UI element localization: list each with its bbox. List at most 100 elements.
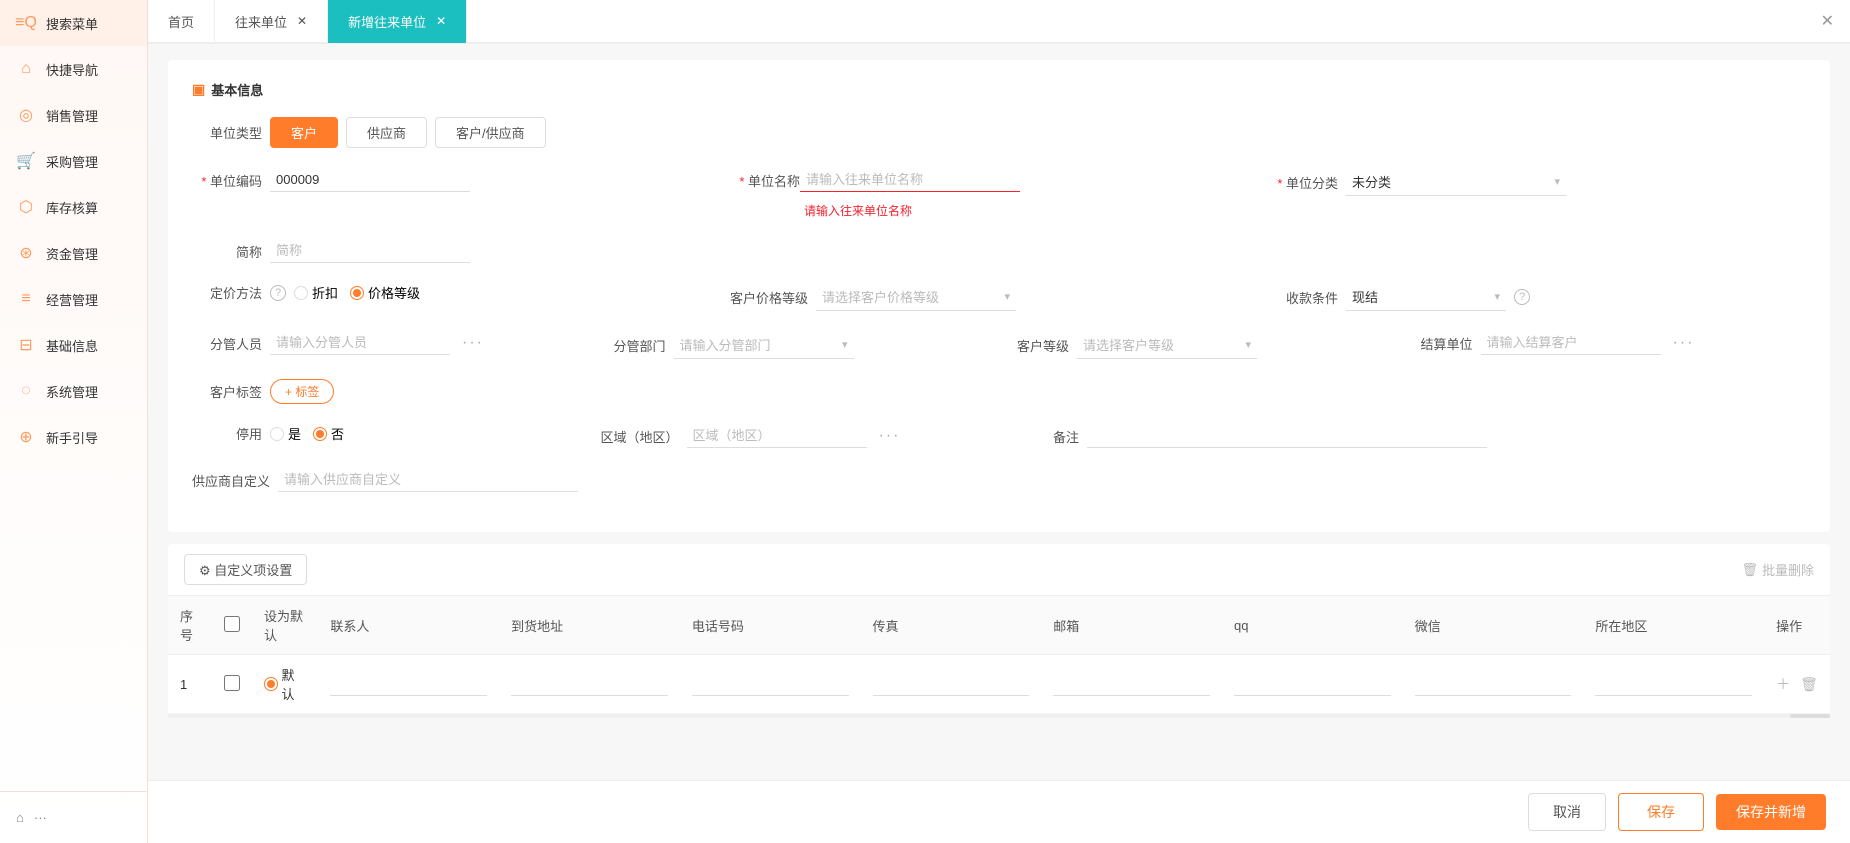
payment-help-icon[interactable]: ? bbox=[1514, 289, 1530, 305]
unit-category-select[interactable]: 未分类 ▾ bbox=[1346, 168, 1566, 196]
remarks-input[interactable] bbox=[1087, 424, 1487, 448]
unit-code-input[interactable] bbox=[270, 168, 470, 192]
batch-delete-btn[interactable]: 🗑 批量删除 bbox=[1741, 560, 1814, 579]
abbr-input[interactable] bbox=[270, 239, 470, 263]
region-input[interactable] bbox=[687, 424, 867, 448]
row-radio-inner bbox=[267, 680, 275, 688]
department-select[interactable]: 请输入分管部门 ▾ bbox=[674, 331, 854, 359]
row-phone-input[interactable] bbox=[692, 672, 849, 696]
unit-type-btn-supplier[interactable]: 供应商 bbox=[346, 117, 427, 148]
row-add-btn[interactable]: ＋ bbox=[1776, 674, 1790, 694]
pricing-radio-price-level[interactable]: 价格等级 bbox=[350, 283, 420, 302]
unit-type-field: 单位类型 客户 供应商 客户/供应商 bbox=[192, 117, 1786, 148]
tab-new-partner[interactable]: 新增往来单位 ✕ bbox=[328, 0, 467, 43]
sidebar-item-sales[interactable]: ◎ 销售管理 bbox=[0, 92, 147, 138]
add-tag-btn[interactable]: + 标签 bbox=[270, 379, 334, 404]
select-all-checkbox[interactable] bbox=[224, 616, 240, 632]
batch-delete-icon: 🗑 bbox=[1741, 562, 1758, 578]
row-delete-btn[interactable]: 🗑 bbox=[1800, 676, 1818, 693]
window-close-btn[interactable]: ✕ bbox=[1805, 11, 1850, 31]
row-contact[interactable] bbox=[318, 655, 499, 714]
row-wechat-input[interactable] bbox=[1415, 672, 1572, 696]
tab-new-partner-label: 新增往来单位 bbox=[348, 12, 426, 31]
row-email[interactable] bbox=[1041, 655, 1222, 714]
tab-new-partner-close[interactable]: ✕ bbox=[436, 14, 446, 28]
disabled-radio-no[interactable]: 否 bbox=[313, 424, 344, 443]
basic-info-card: ▣ 基本信息 单位类型 客户 供应商 客户/供应商 单位编码 bbox=[168, 60, 1830, 532]
sidebar-footer-dots: ··· bbox=[34, 810, 47, 825]
row-phone[interactable] bbox=[680, 655, 861, 714]
settlement-more-btn[interactable]: ··· bbox=[1669, 334, 1699, 352]
unit-type-btn-customer[interactable]: 客户 bbox=[270, 117, 338, 148]
pricing-row: 定价方法 ? 折扣 价格等级 bbox=[192, 283, 1806, 311]
operations-icon: ≡ bbox=[16, 289, 36, 309]
row-region[interactable] bbox=[1583, 655, 1764, 714]
col-qq: qq bbox=[1222, 596, 1403, 655]
table-toolbar: ⚙ 自定义项设置 🗑 批量删除 bbox=[168, 544, 1830, 595]
sidebar-item-operations[interactable]: ≡ 经营管理 bbox=[0, 276, 147, 322]
chevron-down-icon: ▾ bbox=[1004, 290, 1010, 303]
col-region: 所在地区 bbox=[1583, 596, 1764, 655]
col-email: 邮箱 bbox=[1041, 596, 1222, 655]
row-qq[interactable] bbox=[1222, 655, 1403, 714]
unit-code-label: 单位编码 bbox=[192, 171, 262, 190]
row-contact-input[interactable] bbox=[330, 672, 487, 696]
sidebar-search-label: 搜索菜单 bbox=[46, 14, 98, 33]
supplier-custom-label: 供应商自定义 bbox=[192, 471, 270, 490]
tab-partners-close[interactable]: ✕ bbox=[297, 14, 307, 28]
unit-type-label: 单位类型 bbox=[192, 123, 262, 142]
payment-terms-label: 收款条件 bbox=[1268, 288, 1338, 307]
sidebar-item-label: 库存核算 bbox=[46, 198, 98, 217]
manager-more-btn[interactable]: ··· bbox=[458, 334, 488, 352]
row-select-checkbox[interactable] bbox=[224, 675, 240, 691]
customer-level-placeholder: 请选择客户等级 bbox=[1083, 335, 1174, 354]
row-default-radio[interactable]: 默认 bbox=[264, 665, 306, 703]
supplier-custom-input[interactable] bbox=[278, 468, 578, 492]
customer-level-select[interactable]: 请选择客户等级 ▾ bbox=[1077, 331, 1257, 359]
row-address[interactable] bbox=[499, 655, 680, 714]
customer-price-level-select[interactable]: 请选择客户价格等级 ▾ bbox=[816, 283, 1016, 311]
radio-outer-discount bbox=[294, 286, 308, 300]
row-wechat[interactable] bbox=[1403, 655, 1584, 714]
row-region-input[interactable] bbox=[1595, 672, 1752, 696]
sidebar-item-system[interactable]: ◌ 系统管理 bbox=[0, 368, 147, 414]
manager-input[interactable] bbox=[270, 331, 450, 355]
settlement-unit-label: 结算单位 bbox=[1403, 334, 1473, 353]
unit-type-btn-both[interactable]: 客户/供应商 bbox=[435, 117, 546, 148]
sidebar-home-icon-btn[interactable]: ⌂ ··· bbox=[0, 800, 147, 835]
sidebar-item-purchase[interactable]: 🛒 采购管理 bbox=[0, 138, 147, 184]
cancel-button[interactable]: 取消 bbox=[1528, 793, 1606, 831]
disabled-radio-yes[interactable]: 是 bbox=[270, 424, 301, 443]
help-icon[interactable]: ? bbox=[270, 285, 286, 301]
pricing-radio-discount[interactable]: 折扣 bbox=[294, 283, 338, 302]
payment-terms-select[interactable]: 现结 ▾ bbox=[1346, 283, 1506, 311]
sidebar-item-newbie[interactable]: ⊕ 新手引导 bbox=[0, 414, 147, 460]
sidebar-item-label: 资金管理 bbox=[46, 244, 98, 263]
batch-delete-label: 批量删除 bbox=[1762, 560, 1814, 579]
unit-name-input[interactable] bbox=[800, 168, 1020, 192]
supplier-custom-row: 供应商自定义 bbox=[192, 468, 1806, 492]
sidebar-item-inventory[interactable]: ⬡ 库存核算 bbox=[0, 184, 147, 230]
row-actions: ＋ 🗑 bbox=[1764, 655, 1830, 714]
custom-settings-btn[interactable]: ⚙ 自定义项设置 bbox=[184, 554, 307, 585]
row-fax[interactable] bbox=[861, 655, 1042, 714]
sidebar-item-quick-nav[interactable]: ⌂ 快捷导航 bbox=[0, 46, 147, 92]
region-more-btn[interactable]: ··· bbox=[875, 427, 905, 445]
base-info-icon: ⊟ bbox=[16, 335, 36, 355]
row-email-input[interactable] bbox=[1053, 672, 1210, 696]
settlement-unit-input[interactable] bbox=[1481, 331, 1661, 355]
sidebar-search[interactable]: ≡Q 搜索菜单 bbox=[0, 0, 147, 46]
tab-partners[interactable]: 往来单位 ✕ bbox=[215, 0, 328, 43]
disabled-field: 停用 是 否 bbox=[192, 424, 581, 443]
sidebar-item-finance[interactable]: ⊛ 资金管理 bbox=[0, 230, 147, 276]
disabled-label: 停用 bbox=[192, 424, 262, 443]
row-default: 默认 bbox=[252, 655, 318, 714]
save-button[interactable]: 保存 bbox=[1618, 793, 1704, 831]
save-new-button[interactable]: 保存并新增 bbox=[1716, 794, 1826, 830]
row-qq-input[interactable] bbox=[1234, 672, 1391, 696]
sidebar-item-base-info[interactable]: ⊟ 基础信息 bbox=[0, 322, 147, 368]
row-address-input[interactable] bbox=[511, 672, 668, 696]
tab-home[interactable]: 首页 bbox=[148, 0, 215, 43]
search-icon: ≡Q bbox=[16, 13, 36, 33]
row-fax-input[interactable] bbox=[873, 672, 1030, 696]
